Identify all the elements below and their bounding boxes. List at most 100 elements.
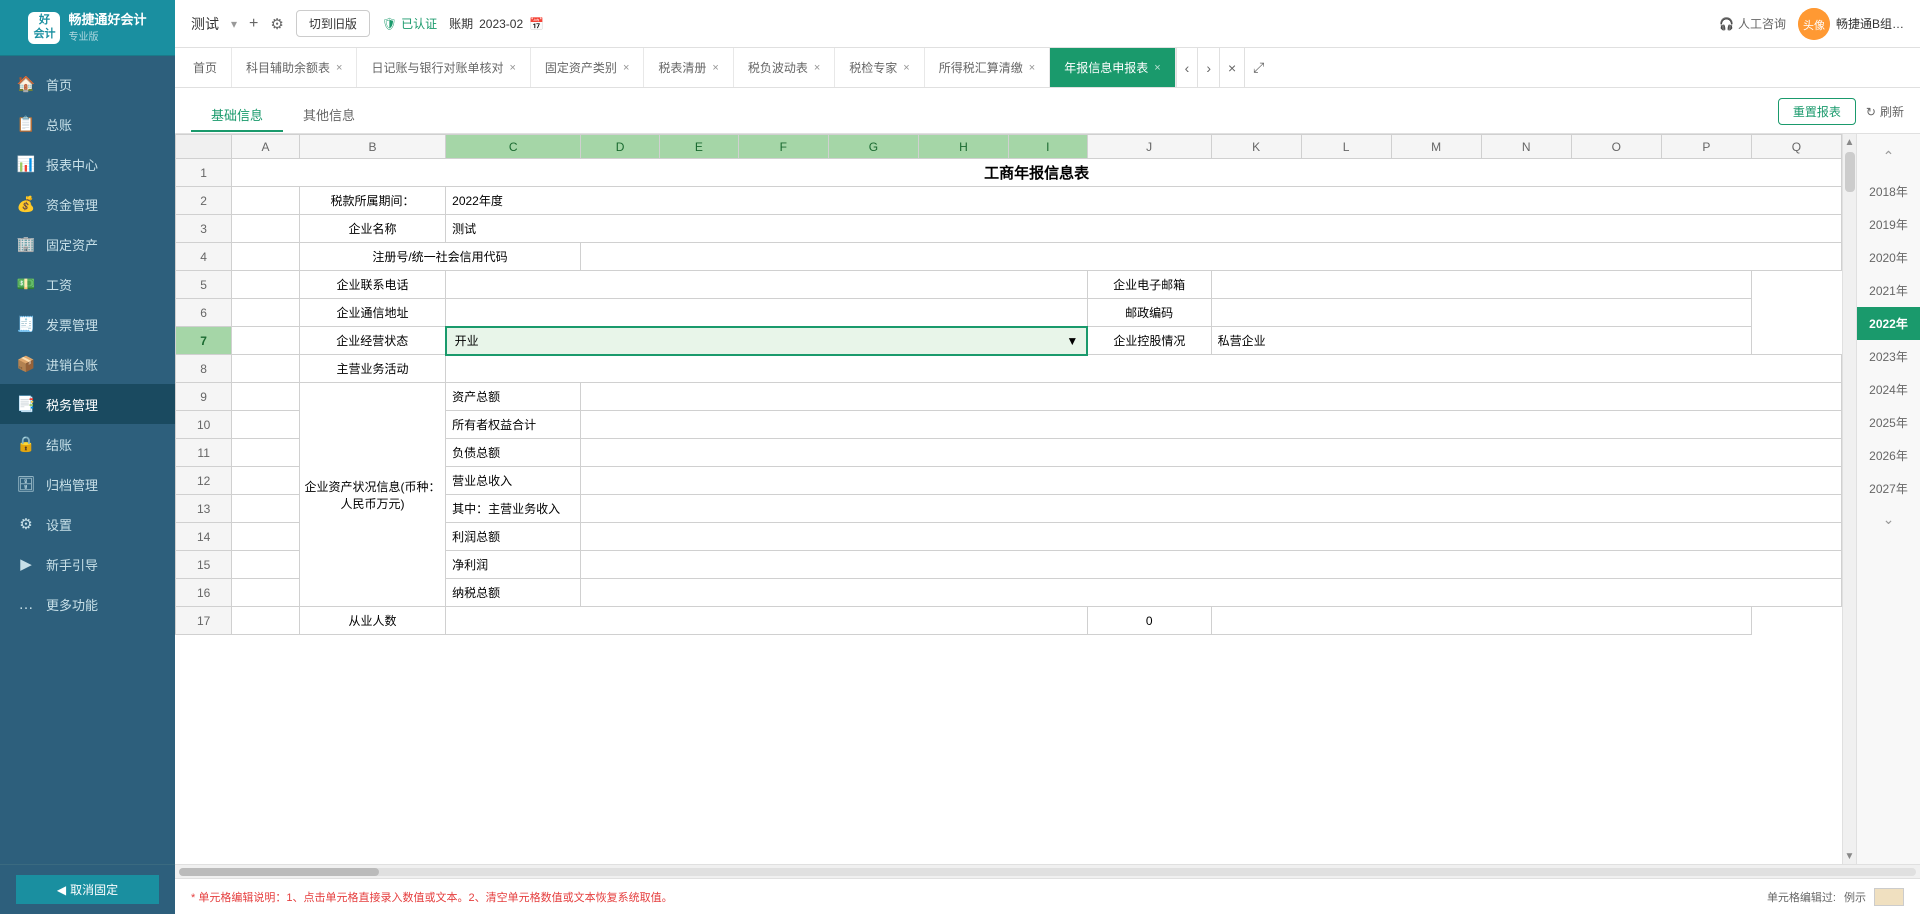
cell-6K[interactable] xyxy=(1211,299,1751,327)
collapse-sidebar-button[interactable]: ◀ 取消固定 xyxy=(16,875,159,904)
help-button[interactable]: 🎧 人工咨询 xyxy=(1719,15,1786,32)
cell-17C[interactable] xyxy=(446,607,1088,635)
year-item-2023[interactable]: 2023年 xyxy=(1857,340,1920,373)
tab-taxcheck-close[interactable]: × xyxy=(903,62,909,74)
cell-7B[interactable]: 企业经营状态 xyxy=(299,327,445,355)
scroll-down-button[interactable]: ▼ xyxy=(1843,848,1856,864)
cell-14D[interactable] xyxy=(581,523,1842,551)
cell-12C[interactable]: 营业总收入 xyxy=(446,467,581,495)
cell-5A[interactable] xyxy=(232,271,300,299)
sidebar-item-settings[interactable]: ⚙ 设置 xyxy=(0,504,175,544)
cell-14A[interactable] xyxy=(232,523,300,551)
cell-7C-selected[interactable]: 开业 ▼ xyxy=(446,327,1088,355)
cell-11D[interactable] xyxy=(581,439,1842,467)
cell-14C[interactable]: 利润总额 xyxy=(446,523,581,551)
vertical-scrollbar[interactable]: ▲ ▼ xyxy=(1842,134,1856,864)
tab-close-all[interactable]: × xyxy=(1219,48,1244,88)
scroll-up-button[interactable]: ▲ xyxy=(1843,134,1856,150)
cell-9C[interactable]: 资产总额 xyxy=(446,383,581,411)
user-menu[interactable]: 头像 畅捷通B组… xyxy=(1798,8,1904,40)
year-nav-down[interactable]: ⌄ xyxy=(1857,505,1920,534)
cell-10A[interactable] xyxy=(232,411,300,439)
sidebar-item-more[interactable]: … 更多功能 xyxy=(0,584,175,624)
year-item-2026[interactable]: 2026年 xyxy=(1857,439,1920,472)
scroll-track[interactable] xyxy=(1843,150,1856,848)
tab-journal-close[interactable]: × xyxy=(509,62,515,74)
cell-17J[interactable]: 0 xyxy=(1087,607,1211,635)
cell-7A[interactable] xyxy=(232,327,300,355)
year-item-2019[interactable]: 2019年 xyxy=(1857,208,1920,241)
add-tab-button[interactable]: + xyxy=(249,15,258,33)
cell-10D[interactable] xyxy=(581,411,1842,439)
tab-income[interactable]: 所得税汇算清缴 × xyxy=(925,48,1050,88)
cell-12A[interactable] xyxy=(232,467,300,495)
topbar-settings-icon[interactable]: ⚙ xyxy=(270,15,283,33)
tab-taxwave-close[interactable]: × xyxy=(814,62,820,74)
cell-16D[interactable] xyxy=(581,579,1842,607)
sidebar-item-close[interactable]: 🔒 结账 xyxy=(0,424,175,464)
dropdown-arrow[interactable]: ▼ xyxy=(1066,334,1078,348)
cell-15A[interactable] xyxy=(232,551,300,579)
sidebar-item-newguide[interactable]: ▶ 新手引导 xyxy=(0,544,175,584)
tab-yearreport[interactable]: 年报信息申报表 × xyxy=(1050,48,1175,88)
year-item-2018[interactable]: 2018年 xyxy=(1857,175,1920,208)
cell-6J[interactable]: 邮政编码 xyxy=(1087,299,1211,327)
cell-17K[interactable] xyxy=(1211,607,1751,635)
tab-fullscreen[interactable]: ⤢ xyxy=(1244,48,1272,88)
cell-6C[interactable] xyxy=(446,299,1088,327)
cell-13C[interactable]: 其中：主营业务收入 xyxy=(446,495,581,523)
cell-8A[interactable] xyxy=(232,355,300,383)
sidebar-item-reports[interactable]: 📊 报表中心 xyxy=(0,144,175,184)
sidebar-item-archive[interactable]: 🗄 归档管理 xyxy=(0,464,175,504)
cell-2A[interactable] xyxy=(232,187,300,215)
tab-aux[interactable]: 科目辅助余额表 × xyxy=(232,48,357,88)
cell-5B[interactable]: 企业联系电话 xyxy=(299,271,445,299)
year-item-2024[interactable]: 2024年 xyxy=(1857,373,1920,406)
tab-nav-prev[interactable]: ‹ xyxy=(1176,48,1198,88)
cell-10C[interactable]: 所有者权益合计 xyxy=(446,411,581,439)
cell-7K[interactable]: 私营企业 xyxy=(1211,327,1751,355)
year-item-2025[interactable]: 2025年 xyxy=(1857,406,1920,439)
sidebar-item-finance[interactable]: 💰 资金管理 xyxy=(0,184,175,224)
cell-4D[interactable] xyxy=(581,243,1842,271)
year-nav-up[interactable]: ⌃ xyxy=(1879,142,1899,171)
tab-taxreturn-close[interactable]: × xyxy=(712,62,718,74)
cell-12D[interactable] xyxy=(581,467,1842,495)
cell-9D[interactable] xyxy=(581,383,1842,411)
cell-5J[interactable]: 企业电子邮箱 xyxy=(1087,271,1211,299)
cell-5K[interactable] xyxy=(1211,271,1751,299)
year-item-2020[interactable]: 2020年 xyxy=(1857,241,1920,274)
sheet-title-cell[interactable]: 工商年报信息表 xyxy=(232,159,1842,187)
tab-yearreport-close[interactable]: × xyxy=(1154,62,1160,74)
spreadsheet-main[interactable]: A B C D E F G H I J xyxy=(175,134,1842,864)
tab-journal[interactable]: 日记账与银行对账单核对 × xyxy=(357,48,530,88)
cell-7J[interactable]: 企业控股情况 xyxy=(1087,327,1211,355)
tab-taxreturn[interactable]: 税表清册 × xyxy=(644,48,733,88)
tab-assets-close[interactable]: × xyxy=(623,62,629,74)
cell-3C[interactable]: 测试 xyxy=(446,215,1842,243)
cell-13D[interactable] xyxy=(581,495,1842,523)
tab-assets[interactable]: 固定资产类别 × xyxy=(531,48,644,88)
cell-17B[interactable]: 从业人数 xyxy=(299,607,445,635)
sidebar-item-payroll[interactable]: 💵 工资 xyxy=(0,264,175,304)
cell-11C[interactable]: 负债总额 xyxy=(446,439,581,467)
refresh-button[interactable]: ↻ 刷新 xyxy=(1866,98,1904,125)
cell-3A[interactable] xyxy=(232,215,300,243)
cell-13A[interactable] xyxy=(232,495,300,523)
cell-16C[interactable]: 纳税总额 xyxy=(446,579,581,607)
cell-6B[interactable]: 企业通信地址 xyxy=(299,299,445,327)
cell-8B[interactable]: 主营业务活动 xyxy=(299,355,445,383)
sidebar-item-tax[interactable]: 📑 税务管理 xyxy=(0,384,175,424)
tab-taxcheck[interactable]: 税检专家 × xyxy=(835,48,924,88)
calendar-icon[interactable]: 📅 xyxy=(529,17,544,31)
cell-16A[interactable] xyxy=(232,579,300,607)
scroll-h-track[interactable] xyxy=(179,868,1916,876)
tab-income-close[interactable]: × xyxy=(1029,62,1035,74)
sidebar-item-ledger[interactable]: 📋 总账 xyxy=(0,104,175,144)
cell-11A[interactable] xyxy=(232,439,300,467)
cell-15C[interactable]: 净利润 xyxy=(446,551,581,579)
cell-3B[interactable]: 企业名称 xyxy=(299,215,445,243)
tab-taxwave[interactable]: 税负波动表 × xyxy=(734,48,835,88)
cell-4B[interactable]: 注册号/统一社会信用代码 xyxy=(299,243,580,271)
cell-2C[interactable]: 2022年度 xyxy=(446,187,1842,215)
